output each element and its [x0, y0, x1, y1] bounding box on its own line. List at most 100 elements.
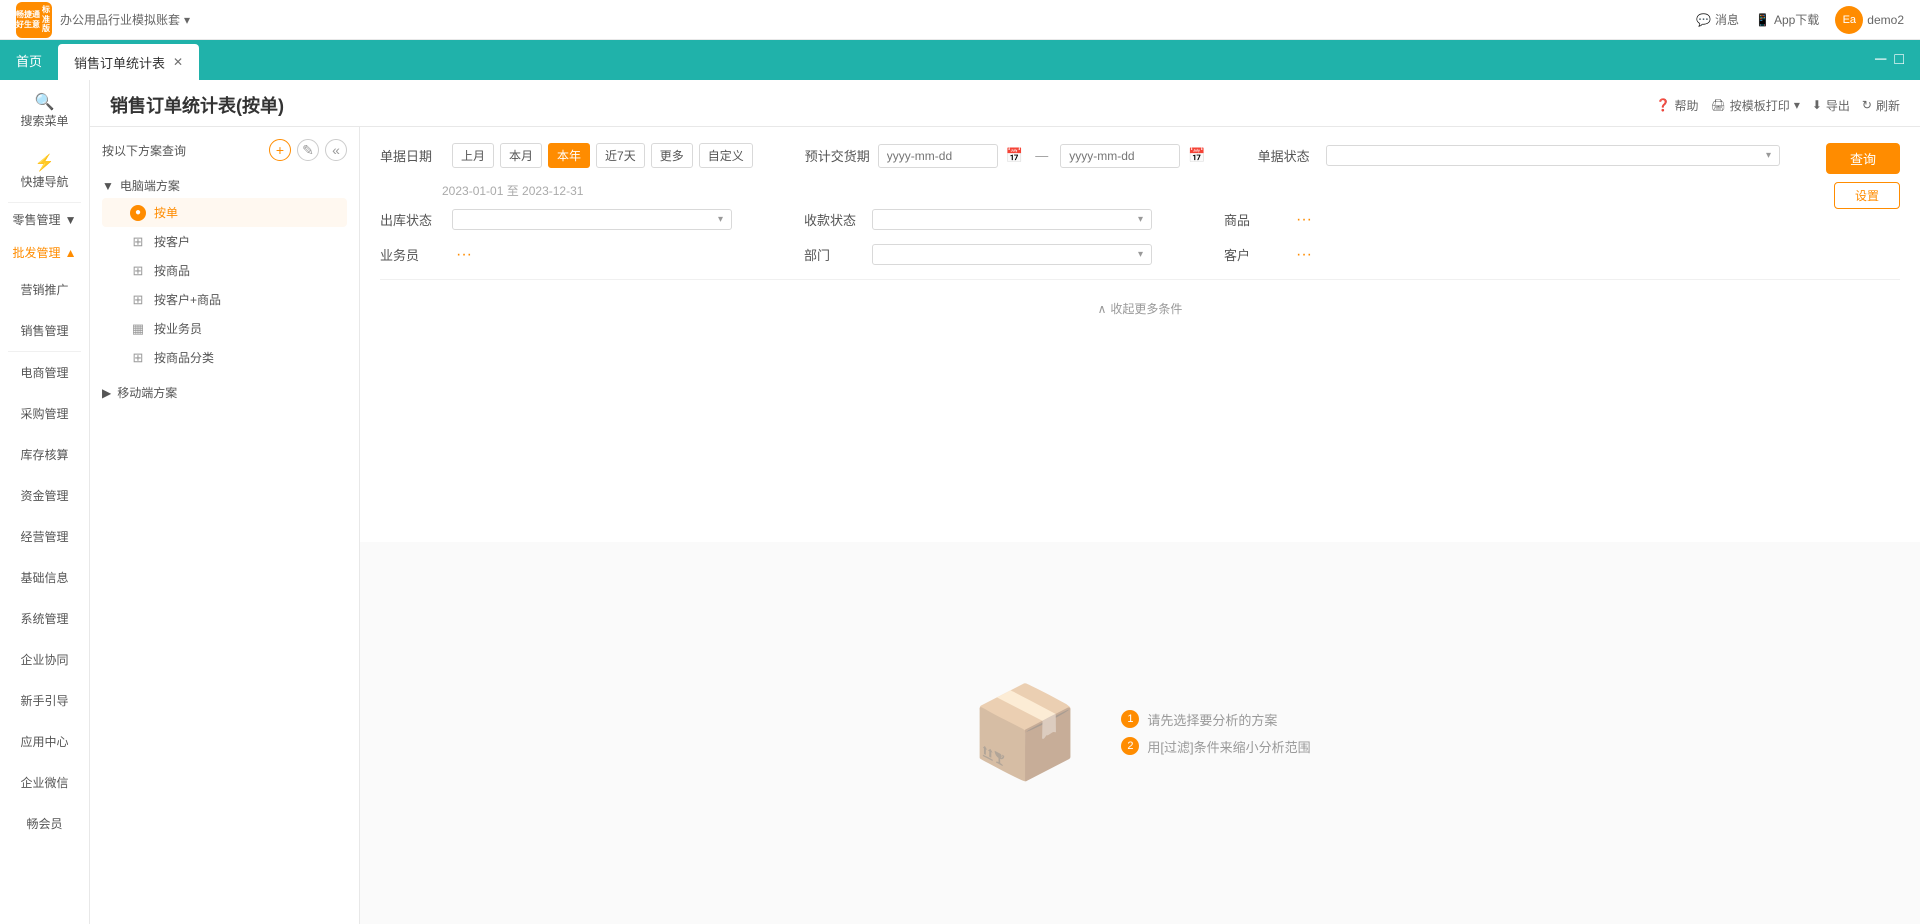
mobile-expand-icon: ▶	[102, 386, 111, 400]
refresh-btn[interactable]: ↻ 刷新	[1862, 97, 1900, 114]
collapse-btn[interactable]: ∧ 收起更多条件	[1098, 300, 1183, 317]
sidebar-item-search-menu[interactable]: 🔍 搜索菜单	[0, 80, 89, 141]
filter-row-2: 出库状态 ▾ 收款状态 ▾	[380, 209, 1780, 230]
chevron-down-icon: ▼	[65, 213, 77, 227]
sidebar-item-sales-mgmt[interactable]: 销售管理	[0, 310, 89, 351]
empty-state-area: 📦 1 请先选择要分析的方案 2 用[过滤]条件来缩小分析范围	[360, 542, 1920, 924]
scheme-icon-order: ●	[130, 205, 146, 221]
refresh-icon: ↻	[1862, 98, 1872, 112]
filter-top-row: 单据日期 上月 本月 本年 近7天 更多 自定义	[380, 143, 1900, 279]
help-icon: ❓	[1656, 98, 1671, 112]
filter-area: 单据日期 上月 本月 本年 近7天 更多 自定义	[360, 127, 1920, 542]
sidebar-item-quick-nav[interactable]: ⚡ 快捷导航	[0, 141, 89, 202]
sidebar: 🔍 搜索菜单 ⚡ 快捷导航 零售管理 ▼ 批发管理 ▲ 营销推广 销售管理	[0, 80, 90, 924]
cal-start-icon[interactable]: 📅	[1006, 147, 1023, 164]
page-header: 销售订单统计表(按单) ❓ 帮助 🖨 按模板打印 ▾ ⬇ 导出 ↻ 刷新	[90, 80, 1920, 127]
pc-scheme-section: ▼ 电脑端方案 ● 按单 ⊞ 按客户 ⊞ 按商品	[90, 169, 359, 376]
print-btn[interactable]: 🖨 按模板打印 ▾	[1711, 97, 1800, 114]
maximize-btn[interactable]: □	[1894, 51, 1904, 69]
mobile-section-title[interactable]: ▶ 移动端方案	[102, 380, 347, 405]
salesperson-label: 业务员	[380, 245, 440, 264]
btn-more[interactable]: 更多	[651, 143, 693, 168]
shipping-status-select[interactable]: ▾	[452, 209, 732, 230]
minimize-btn[interactable]: ─	[1875, 51, 1886, 69]
date-start-input[interactable]	[878, 144, 998, 168]
doc-status-label: 单据状态	[1258, 146, 1318, 165]
sidebar-item-enterprise-collab[interactable]: 企业协同	[0, 639, 89, 680]
app-selector[interactable]: 办公用品行业模拟账套 ▾	[60, 11, 190, 28]
sidebar-item-enterprise-wechat[interactable]: 企业微信	[0, 762, 89, 803]
sidebar-item-ecommerce[interactable]: 电商管理	[0, 352, 89, 393]
sidebar-item-member[interactable]: 畅会员	[0, 803, 89, 844]
scheme-item-by-customer-product[interactable]: ⊞ 按客户+商品	[102, 285, 347, 314]
expected-delivery-filter: 预计交货期 📅 — 📅	[805, 144, 1206, 168]
btn-this-year[interactable]: 本年	[548, 143, 590, 168]
query-btn[interactable]: 查询	[1826, 143, 1900, 174]
tab-home[interactable]: 首页	[0, 40, 58, 80]
empty-tips: 1 请先选择要分析的方案 2 用[过滤]条件来缩小分析范围	[1121, 710, 1310, 756]
settings-btn[interactable]: 设置	[1834, 182, 1900, 209]
customer-more-btn[interactable]: ···	[1296, 246, 1312, 264]
btn-custom[interactable]: 自定义	[699, 143, 753, 168]
btn-last-month[interactable]: 上月	[452, 143, 494, 168]
sidebar-item-finance[interactable]: 资金管理	[0, 475, 89, 516]
scheme-item-by-salesperson[interactable]: ▦ 按业务员	[102, 314, 347, 343]
shipping-label: 出库状态	[380, 210, 440, 229]
left-panel: 按以下方案查询 + ✎ « ▼ 电脑端方案 ● 按单	[90, 127, 360, 924]
user-menu[interactable]: Ea demo2	[1835, 6, 1904, 34]
sidebar-item-inventory[interactable]: 库存核算	[0, 434, 89, 475]
app-download-btn[interactable]: 📱 App下载	[1755, 11, 1819, 28]
collapse-panel-btn[interactable]: «	[325, 139, 347, 161]
customer-filter: 客户 ···	[1224, 245, 1780, 264]
payment-select-arrow: ▾	[1138, 214, 1143, 225]
date-end-input[interactable]	[1060, 144, 1180, 168]
pc-expand-icon: ▼	[102, 179, 114, 193]
salesperson-more-btn[interactable]: ···	[456, 246, 472, 264]
doc-status-filter: 单据状态 ▾	[1258, 145, 1780, 166]
print-dropdown-icon: ▾	[1794, 98, 1800, 112]
scheme-item-by-customer[interactable]: ⊞ 按客户	[102, 227, 347, 256]
avatar: Ea	[1835, 6, 1863, 34]
export-btn[interactable]: ⬇ 导出	[1812, 97, 1850, 114]
filter-row-1: 单据日期 上月 本月 本年 近7天 更多 自定义	[380, 143, 1780, 168]
payment-label: 收款状态	[804, 210, 864, 229]
btn-last-7-days[interactable]: 近7天	[596, 143, 645, 168]
main-container: 🔍 搜索菜单 ⚡ 快捷导航 零售管理 ▼ 批发管理 ▲ 营销推广 销售管理	[0, 80, 1920, 924]
doc-status-select[interactable]: ▾	[1326, 145, 1780, 166]
scheme-item-by-order[interactable]: ● 按单	[102, 198, 347, 227]
shipping-select-arrow: ▾	[718, 214, 723, 225]
scheme-item-by-product[interactable]: ⊞ 按商品	[102, 256, 347, 285]
message-btn[interactable]: 💬 消息	[1696, 11, 1739, 28]
add-scheme-btn[interactable]: +	[269, 139, 291, 161]
empty-tip-2: 2 用[过滤]条件来缩小分析范围	[1121, 737, 1310, 756]
sidebar-item-system[interactable]: 系统管理	[0, 598, 89, 639]
sidebar-item-app-center[interactable]: 应用中心	[0, 721, 89, 762]
product-filter: 商品 ···	[1224, 210, 1780, 229]
scheme-icon-category: ⊞	[130, 350, 146, 366]
department-select[interactable]: ▾	[872, 244, 1152, 265]
download-icon: 📱	[1755, 13, 1770, 27]
cal-end-icon[interactable]: 📅	[1188, 147, 1205, 164]
sidebar-item-retail-mgmt[interactable]: 零售管理 ▼	[0, 203, 89, 236]
sidebar-item-new-guide[interactable]: 新手引导	[0, 680, 89, 721]
empty-illustration: 📦	[969, 680, 1081, 785]
edit-scheme-btn[interactable]: ✎	[297, 139, 319, 161]
sidebar-item-purchase[interactable]: 采购管理	[0, 393, 89, 434]
scheme-item-by-category[interactable]: ⊞ 按商品分类	[102, 343, 347, 372]
scheme-icon-product: ⊞	[130, 263, 146, 279]
sidebar-item-marketing[interactable]: 营销推广	[0, 269, 89, 310]
sidebar-item-basic-info[interactable]: 基础信息	[0, 557, 89, 598]
inner-container: 按以下方案查询 + ✎ « ▼ 电脑端方案 ● 按单	[90, 127, 1920, 924]
date-filter: 上月 本月 本年 近7天 更多 自定义	[452, 143, 753, 168]
department-filter: 部门 ▾	[804, 244, 1152, 265]
help-btn[interactable]: ❓ 帮助	[1656, 97, 1699, 114]
sidebar-item-operation[interactable]: 经营管理	[0, 516, 89, 557]
pc-section-title[interactable]: ▼ 电脑端方案	[102, 173, 347, 198]
product-more-btn[interactable]: ···	[1296, 211, 1312, 229]
tab-close-icon[interactable]: ✕	[173, 55, 183, 69]
sidebar-item-wholesale-mgmt[interactable]: 批发管理 ▲	[0, 236, 89, 269]
btn-this-month[interactable]: 本月	[500, 143, 542, 168]
tab-sales-stats[interactable]: 销售订单统计表 ✕	[58, 44, 199, 80]
payment-status-select[interactable]: ▾	[872, 209, 1152, 230]
expected-delivery-label: 预计交货期	[805, 146, 870, 165]
